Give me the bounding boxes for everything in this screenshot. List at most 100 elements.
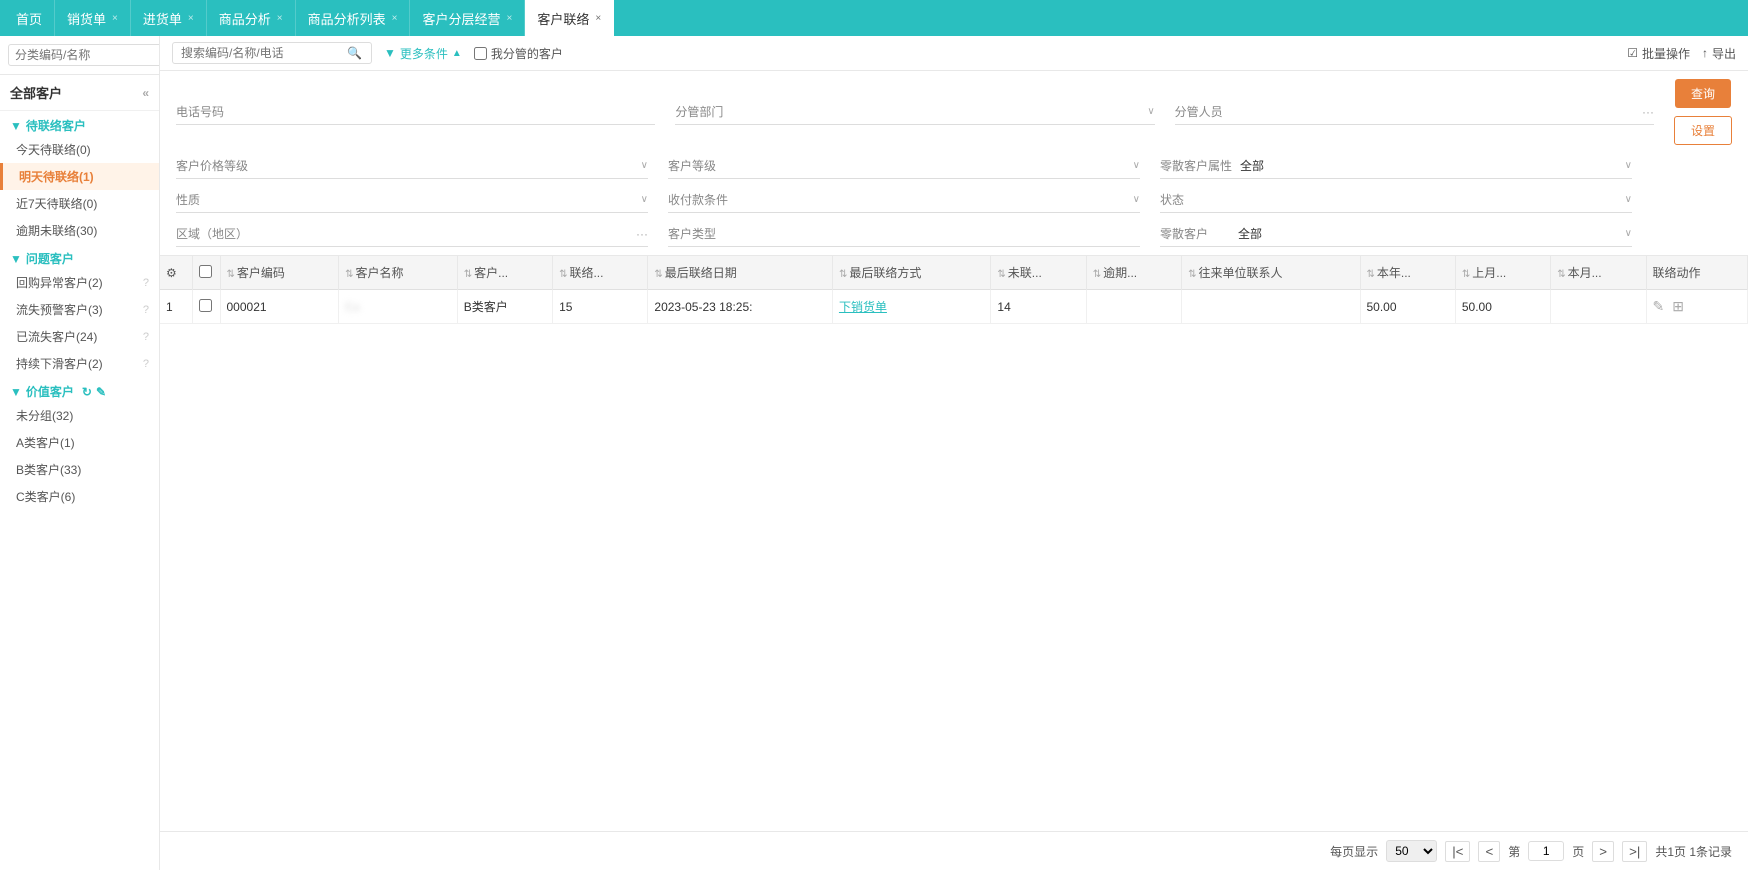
my-customers-checkbox[interactable]	[474, 47, 487, 60]
region-dots-icon[interactable]: ···	[636, 227, 648, 241]
sidebar-item-class-b[interactable]: B类客户(33)	[0, 456, 159, 483]
search-bar-right: ☑ 批量操作 ↑ 导出	[1627, 45, 1736, 62]
triangle-value-icon: ▼	[10, 385, 22, 399]
sidebar-item-churn-warn[interactable]: 流失预警客户(3) ?	[0, 296, 159, 323]
filter-more-btn[interactable]: ▼ 更多条件 ▲	[384, 45, 462, 62]
sidebar-all-customers[interactable]: 全部客户 «	[0, 75, 159, 111]
search-icon[interactable]: 🔍	[347, 46, 362, 60]
nav-customer-tier[interactable]: 客户分层经营 ×	[410, 0, 525, 36]
content-area: 🔍 ▼ 更多条件 ▲ 我分管的客户 ☑ 批量操作 ↑ 导出	[160, 36, 1748, 870]
sidebar-group-value: ▼ 价值客户 ↻ ✎	[0, 377, 159, 402]
filter-row-4: 区域（地区） ··· 客户类型 零散客户 全部 ∨	[176, 221, 1732, 247]
col-check[interactable]	[192, 256, 220, 290]
batch-op-btn[interactable]: ☑ 批量操作	[1627, 45, 1690, 62]
filter-payment[interactable]: 收付款条件 ∨	[668, 187, 1140, 213]
nav-home[interactable]: 首页	[8, 0, 55, 36]
last-page-btn[interactable]: >|	[1622, 841, 1647, 862]
filter-nature[interactable]: 性质 ∨	[176, 187, 648, 213]
table-footer: 每页显示 10 20 50 100 |< < 第 页 > >| 共1页 1条记录	[160, 831, 1748, 870]
close-sales-icon[interactable]: ×	[112, 13, 118, 24]
close-customer-tier-icon[interactable]: ×	[506, 13, 512, 24]
filter-icon: ▼	[384, 46, 396, 60]
filter-person[interactable]: 分管人员 ···	[1175, 99, 1654, 125]
col-last-date: ⇅最后联络日期	[648, 256, 833, 290]
help-churned-icon: ?	[143, 331, 149, 343]
sidebar-item-today[interactable]: 今天待联络(0)	[0, 136, 159, 163]
prev-page-btn[interactable]: <	[1478, 841, 1500, 862]
filter-dept[interactable]: 分管部门 ∨	[675, 99, 1154, 125]
sidebar-search-input[interactable]	[8, 44, 160, 66]
table-row: 1 000021 Ea B类客户 15 2023-05-23 18:25: 下销…	[160, 290, 1748, 324]
sidebar-item-tomorrow[interactable]: 明天待联络(1)	[0, 163, 159, 190]
retail-attr-arrow-icon[interactable]: ∨	[1625, 160, 1632, 171]
sidebar-item-class-c[interactable]: C类客户(6)	[0, 483, 159, 510]
sidebar-item-class-a[interactable]: A类客户(1)	[0, 429, 159, 456]
sidebar-collapse-icon[interactable]: «	[142, 86, 149, 100]
nav-product-list[interactable]: 商品分析列表 ×	[296, 0, 411, 36]
nav-product-analysis[interactable]: 商品分析 ×	[207, 0, 296, 36]
page-input[interactable]	[1528, 841, 1564, 861]
edit-value-icon[interactable]: ✎	[96, 385, 106, 399]
per-page-select[interactable]: 10 20 50 100	[1386, 840, 1437, 862]
col-type: ⇅客户...	[457, 256, 552, 290]
close-customer-contact-icon[interactable]: ×	[595, 13, 601, 24]
filter-region[interactable]: 区域（地区） ···	[176, 221, 648, 247]
sidebar-group-problem: ▼ 问题客户	[0, 244, 159, 269]
filter-panel: 电话号码 分管部门 ∨ 分管人员 ··· 查询 设置	[160, 71, 1748, 256]
nav-purchase[interactable]: 进货单 ×	[131, 0, 207, 36]
action-edit-icon[interactable]: ✎	[1653, 298, 1665, 315]
my-customers-check[interactable]: 我分管的客户	[474, 45, 563, 62]
close-product-list-icon[interactable]: ×	[392, 13, 398, 24]
filter-retail-customer[interactable]: 零散客户 全部 ∨	[1160, 221, 1632, 247]
sidebar-item-overdue[interactable]: 逾期未联络(30)	[0, 217, 159, 244]
sidebar-item-churned[interactable]: 已流失客户(24) ?	[0, 323, 159, 350]
filter-customer-level[interactable]: 客户等级 ∨	[668, 153, 1140, 179]
payment-arrow-icon[interactable]: ∨	[1133, 194, 1140, 205]
retail-customer-arrow-icon[interactable]: ∨	[1625, 228, 1632, 239]
person-dots-icon[interactable]: ···	[1642, 105, 1654, 119]
filter-row-2: 客户价格等级 ∨ 客户等级 ∨ 零散客户属性 全部 ∨	[176, 153, 1732, 179]
nav-customer-contact[interactable]: 客户联络 ×	[525, 0, 614, 36]
nature-arrow-icon[interactable]: ∨	[641, 194, 648, 205]
next-page-btn[interactable]: >	[1592, 841, 1614, 862]
row-last-method[interactable]: 下销货单	[832, 290, 990, 324]
filter-customer-type: 客户类型	[668, 221, 1140, 247]
reset-btn[interactable]: 设置	[1674, 116, 1732, 145]
sidebar-item-declining[interactable]: 持续下滑客户(2) ?	[0, 350, 159, 377]
customer-level-arrow-icon[interactable]: ∨	[1133, 160, 1140, 171]
close-product-analysis-icon[interactable]: ×	[277, 13, 283, 24]
price-level-arrow-icon[interactable]: ∨	[641, 160, 648, 171]
sidebar-item-week[interactable]: 近7天待联络(0)	[0, 190, 159, 217]
col-settings[interactable]: ⚙	[160, 256, 192, 290]
first-page-btn[interactable]: |<	[1445, 841, 1470, 862]
status-arrow-icon[interactable]: ∨	[1625, 194, 1632, 205]
triangle-problem-icon: ▼	[10, 252, 22, 266]
filter-phone: 电话号码	[176, 99, 655, 125]
filter-status[interactable]: 状态 ∨	[1160, 187, 1632, 213]
search-input[interactable]	[181, 46, 341, 60]
row-actions: ✎ ⊞	[1646, 290, 1747, 324]
export-icon: ↑	[1702, 46, 1708, 60]
col-action: 联络动作	[1646, 256, 1747, 290]
help-declining-icon: ?	[143, 358, 149, 370]
nav-sales[interactable]: 销货单 ×	[55, 0, 131, 36]
col-last-month: ⇅上月...	[1455, 256, 1550, 290]
query-btn[interactable]: 查询	[1675, 79, 1731, 108]
refresh-icon[interactable]: ↻	[82, 385, 92, 399]
filter-retail-attr[interactable]: 零散客户属性 全部 ∨	[1160, 153, 1632, 179]
per-page-label: 每页显示	[1330, 843, 1378, 860]
table-container: ⚙ ⇅客户编码 ⇅客户名称 ⇅客户... ⇅联络... ⇅最后联络日期 ⇅最后联…	[160, 256, 1748, 831]
sidebar-group-pending: ▼ 待联络客户	[0, 111, 159, 136]
total-records: 共1页 1条记录	[1655, 843, 1732, 860]
row-check[interactable]	[192, 290, 220, 324]
filter-price-level[interactable]: 客户价格等级 ∨	[176, 153, 648, 179]
col-partner: ⇅往来单位联系人	[1182, 256, 1360, 290]
export-btn[interactable]: ↑ 导出	[1702, 45, 1736, 62]
sidebar-item-repurchase[interactable]: 回购异常客户(2) ?	[0, 269, 159, 296]
col-overdue: ⇅逾期...	[1086, 256, 1181, 290]
dept-arrow-icon[interactable]: ∨	[1147, 106, 1154, 117]
close-purchase-icon[interactable]: ×	[188, 13, 194, 24]
col-last-method: ⇅最后联络方式	[832, 256, 990, 290]
sidebar-item-ungrouped[interactable]: 未分组(32)	[0, 402, 159, 429]
action-more-icon[interactable]: ⊞	[1672, 298, 1684, 315]
